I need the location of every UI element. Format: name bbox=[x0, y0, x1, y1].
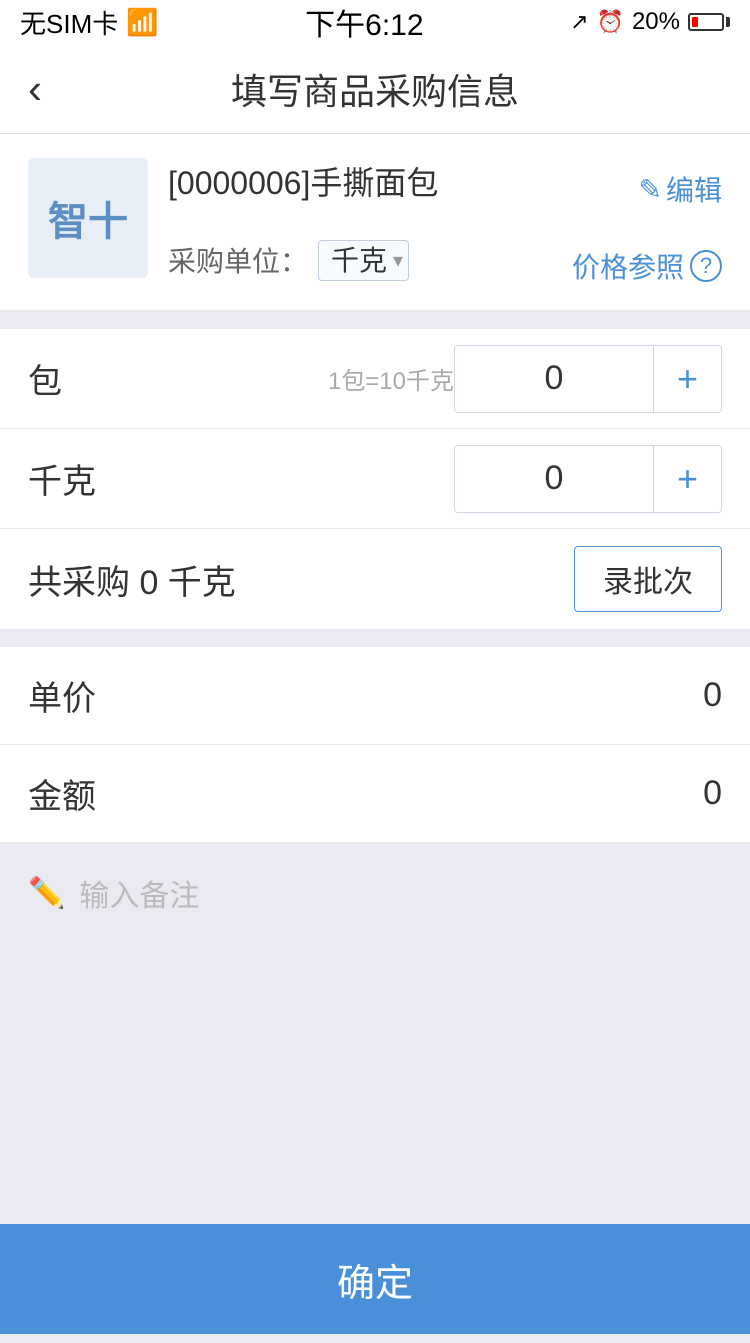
product-name: [0000006]手撕面包 bbox=[168, 158, 438, 204]
quantity-section: 包 1包=10千克 + 千克 + 共采购 0 千克 录批次 bbox=[0, 329, 750, 629]
unit-price-label: 单价 bbox=[28, 671, 96, 720]
product-unit-row: 采购单位： 千克 价格参照 ? bbox=[168, 234, 722, 286]
price-section: 单价 0 金额 0 bbox=[0, 647, 750, 843]
product-logo-text: 智十 bbox=[48, 189, 128, 247]
product-image: 智十 bbox=[28, 158, 148, 278]
remark-section[interactable]: ✏️ 输入备注 bbox=[0, 843, 750, 1023]
battery-icon bbox=[688, 13, 730, 31]
status-left: 无SIM卡 📶 bbox=[20, 4, 159, 41]
unit-select[interactable]: 千克 bbox=[318, 240, 409, 281]
kg-row: 千克 + bbox=[0, 429, 750, 529]
product-card: 智十 [0000006]手撕面包 ✎ 编辑 采购单位： 千克 价格参照 ? bbox=[0, 134, 750, 311]
edit-button[interactable]: ✎ 编辑 bbox=[639, 169, 722, 209]
section-divider-1 bbox=[0, 311, 750, 329]
nav-bar: ‹ 填写商品采购信息 bbox=[0, 44, 750, 134]
pencil-icon: ✏️ bbox=[28, 876, 65, 911]
wifi-icon: 📶 bbox=[126, 7, 158, 38]
price-ref-label: 价格参照 bbox=[572, 246, 684, 286]
amount-label: 金额 bbox=[28, 769, 96, 818]
price-ref-button[interactable]: 价格参照 ? bbox=[572, 246, 722, 286]
unit-select-wrapper[interactable]: 千克 bbox=[318, 240, 409, 281]
confirm-button[interactable]: 确定 bbox=[337, 1252, 413, 1307]
remark-placeholder: 输入备注 bbox=[79, 871, 199, 915]
product-top-row: [0000006]手撕面包 ✎ 编辑 bbox=[168, 158, 722, 220]
status-right: ↗ ⏰ 20% bbox=[570, 8, 730, 36]
carrier-text: 无SIM卡 bbox=[20, 4, 118, 41]
unit-label: 采购单位： bbox=[168, 240, 308, 280]
bag-quantity-input[interactable] bbox=[454, 345, 654, 413]
kg-quantity-input[interactable] bbox=[454, 445, 654, 513]
kg-plus-button[interactable]: + bbox=[654, 445, 722, 513]
bag-row: 包 1包=10千克 + bbox=[0, 329, 750, 429]
bag-sub-label: 1包=10千克 bbox=[328, 361, 454, 396]
edit-label: 编辑 bbox=[666, 169, 722, 209]
edit-icon: ✎ bbox=[639, 173, 662, 206]
alarm-icon: ⏰ bbox=[597, 9, 624, 35]
bag-label: 包 bbox=[28, 354, 320, 403]
price-ref-icon: ? bbox=[690, 250, 722, 282]
status-time: 下午6:12 bbox=[305, 0, 423, 44]
summary-row: 共采购 0 千克 录批次 bbox=[0, 529, 750, 629]
total-text: 共采购 0 千克 bbox=[28, 555, 236, 604]
location-icon: ↗ bbox=[570, 9, 588, 35]
page-title: 填写商品采购信息 bbox=[231, 63, 519, 115]
kg-label: 千克 bbox=[28, 454, 454, 503]
section-divider-2 bbox=[0, 629, 750, 647]
unit-price-value: 0 bbox=[703, 676, 722, 715]
kg-input-group: + bbox=[454, 445, 722, 513]
bag-input-group: + bbox=[454, 345, 722, 413]
status-bar: 无SIM卡 📶 下午6:12 ↗ ⏰ 20% bbox=[0, 0, 750, 44]
back-button[interactable]: ‹ bbox=[28, 65, 42, 113]
remark-row: ✏️ 输入备注 bbox=[28, 871, 722, 915]
amount-row: 金额 0 bbox=[0, 745, 750, 843]
unit-price-row: 单价 0 bbox=[0, 647, 750, 745]
confirm-bar[interactable]: 确定 bbox=[0, 1224, 750, 1334]
bag-plus-button[interactable]: + bbox=[654, 345, 722, 413]
batch-button[interactable]: 录批次 bbox=[574, 546, 722, 612]
battery-percent: 20% bbox=[632, 8, 680, 36]
amount-value: 0 bbox=[703, 774, 722, 813]
product-info: [0000006]手撕面包 ✎ 编辑 采购单位： 千克 价格参照 ? bbox=[168, 158, 722, 286]
